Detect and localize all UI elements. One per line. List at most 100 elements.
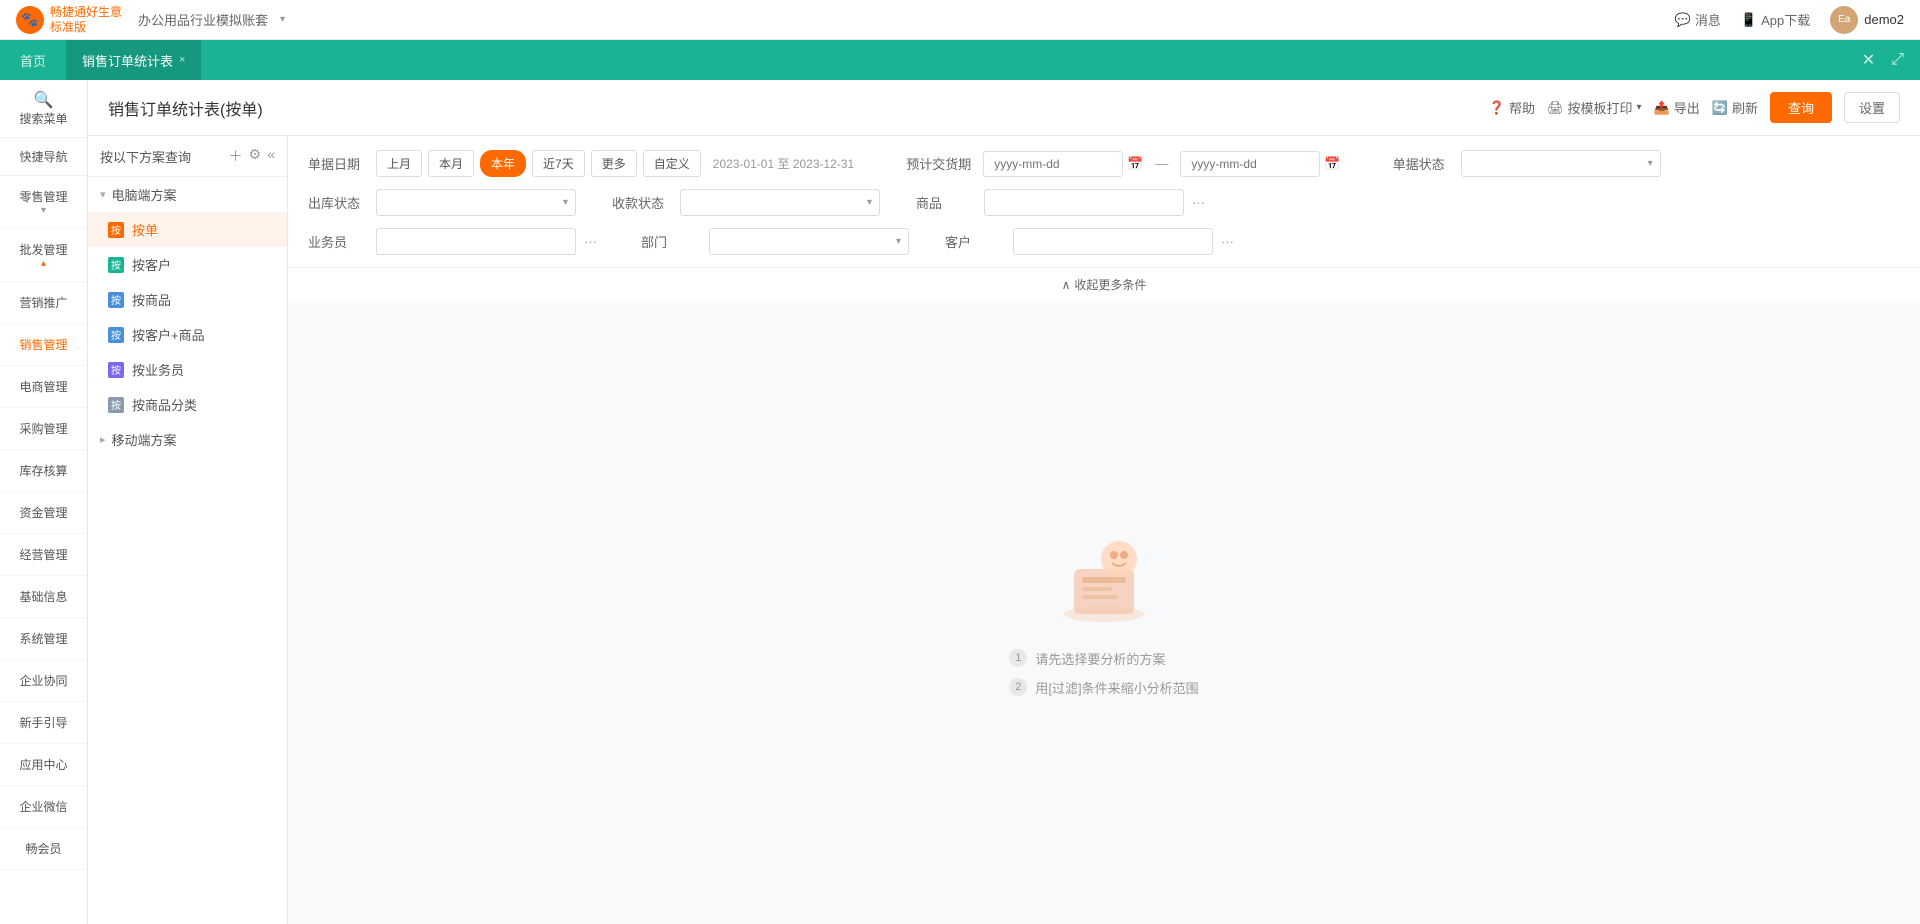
calendar-start-icon[interactable]: 📅 (1127, 156, 1143, 172)
calendar-end-icon[interactable]: 📅 (1324, 156, 1340, 172)
sidebar-item-membership[interactable]: 畅会员 (0, 828, 87, 870)
customer-more-icon[interactable]: ··· (1213, 230, 1242, 253)
date-buttons: 上月 本月 本年 近7天 更多 自定义 2023-01-01 至 2023-12… (376, 150, 854, 177)
date-start-input[interactable] (983, 151, 1123, 177)
tree-item-by-salesperson[interactable]: 按 按业务员 (88, 352, 287, 387)
filter-row-1: 单据日期 上月 本月 本年 近7天 更多 自定义 2023-01-01 至 20… (308, 150, 1900, 177)
goods-more-icon[interactable]: ··· (1184, 191, 1213, 214)
tree-item-by-goods-category[interactable]: 按 按商品分类 (88, 387, 287, 422)
payment-status-select[interactable] (680, 189, 880, 216)
sidebar-item-operations[interactable]: 经营管理 (0, 534, 87, 576)
tab-close-button[interactable]: × (179, 54, 185, 66)
payment-status-wrap: ▾ (680, 189, 880, 216)
customer-wrap: ··· (1013, 228, 1242, 255)
custom-button[interactable]: 自定义 (643, 150, 701, 177)
tree-item-by-customer-goods[interactable]: 按 按客户+商品 (88, 317, 287, 352)
sidebar-item-wholesale[interactable]: 批发管理 ▴ (0, 229, 87, 282)
sidebar-item-marketing[interactable]: 营销推广 (0, 282, 87, 324)
collapse-arrow-icon: ∧ (1062, 278, 1071, 292)
query-button[interactable]: 查询 (1770, 92, 1832, 123)
empty-hint-1: 1 请先选择要分析的方案 (1009, 649, 1198, 668)
tree-item-by-goods[interactable]: 按 按商品 (88, 282, 287, 317)
content-area: 销售订单统计表(按单) ❓ 帮助 🖨 按模板打印 ▾ 📤 导出 🔄 刷新 (88, 80, 1920, 924)
sidebar-item-system[interactable]: 系统管理 (0, 618, 87, 660)
empty-hint-2: 2 用[过滤]条件来缩小分析范围 (1009, 678, 1198, 697)
tab-maximize-icon[interactable]: ⤢ (1887, 47, 1908, 73)
dept-select[interactable] (709, 228, 909, 255)
sidebar-item-sales[interactable]: 销售管理 (0, 324, 87, 366)
avatar: Ea (1830, 6, 1858, 34)
tree-item-by-customer[interactable]: 按 按客户 (88, 247, 287, 282)
sidebar-item-purchase[interactable]: 采购管理 (0, 408, 87, 450)
goods-input[interactable] (984, 189, 1184, 216)
filter-row-2: 出库状态 ▾ 收款状态 (308, 189, 1900, 216)
app-title: 办公用品行业模拟账套 (138, 10, 268, 29)
sidebar-item-wechat[interactable]: 企业微信 (0, 786, 87, 828)
tree-icon-goods-category: 按 (108, 397, 124, 413)
sidebar-item-newuser[interactable]: 新手引导 (0, 702, 87, 744)
left-panel-settings-button[interactable]: ⚙ (249, 146, 262, 166)
sidebar-item-appcenter[interactable]: 应用中心 (0, 744, 87, 786)
message-icon: 💬 (1675, 12, 1691, 28)
sidebar-item-finance[interactable]: 资金管理 (0, 492, 87, 534)
split-layout: 按以下方案查询 ＋ ⚙ « ▾ 电脑端方案 按 按单 按 (88, 136, 1920, 924)
top-bar-left: 🐾 畅捷通好生意 标准版 办公用品行业模拟账套 ▾ (16, 5, 285, 34)
tree-icon-salesperson: 按 (108, 362, 124, 378)
tree-icon-customer: 按 (108, 257, 124, 273)
top-bar-right: 💬 消息 📱 App下载 Ea demo2 (1675, 6, 1904, 34)
tree-item-by-order[interactable]: 按 按单 (88, 212, 287, 247)
phone-icon: 📱 (1741, 12, 1757, 28)
out-status-label: 出库状态 (308, 193, 364, 212)
more-button[interactable]: 更多 (591, 150, 637, 177)
salesperson-wrap: ··· (376, 228, 605, 255)
date-separator: — (1155, 156, 1168, 171)
print-button[interactable]: 🖨 按模板打印 ▾ (1547, 98, 1642, 117)
export-button[interactable]: 📤 导出 (1654, 98, 1700, 117)
salesperson-input[interactable] (376, 228, 576, 255)
sidebar-item-quicknav[interactable]: 快捷导航 (0, 138, 87, 176)
page-header: 销售订单统计表(按单) ❓ 帮助 🖨 按模板打印 ▾ 📤 导出 🔄 刷新 (88, 80, 1920, 136)
tab-home[interactable]: 首页 (0, 40, 66, 80)
tab-sales-order-stats[interactable]: 销售订单统计表 × (66, 40, 201, 80)
salesperson-more-icon[interactable]: ··· (576, 230, 605, 253)
left-panel-collapse-button[interactable]: « (267, 146, 275, 166)
out-status-select[interactable] (376, 189, 576, 216)
message-button[interactable]: 💬 消息 (1675, 10, 1721, 29)
this-month-button[interactable]: 本月 (428, 150, 474, 177)
collapse-bar[interactable]: ∧ 收起更多条件 (288, 267, 1920, 301)
sidebar-item-retail[interactable]: 零售管理 ▾ (0, 176, 87, 229)
sidebar-item-inventory[interactable]: 库存核算 (0, 450, 87, 492)
sidebar-item-search[interactable]: 🔍 搜索菜单 (0, 80, 87, 138)
bill-status-select[interactable] (1461, 150, 1661, 177)
customer-input[interactable] (1013, 228, 1213, 255)
sidebar-item-base-info[interactable]: 基础信息 (0, 576, 87, 618)
logo-text: 畅捷通好生意 标准版 (50, 5, 122, 34)
sidebar-item-ecommerce[interactable]: 电商管理 (0, 366, 87, 408)
tab-bar: 首页 销售订单统计表 × ✕ ⤢ (0, 40, 1920, 80)
date-range-text: 2023-01-01 至 2023-12-31 (713, 155, 854, 172)
refresh-button[interactable]: 🔄 刷新 (1712, 98, 1758, 117)
setting-button[interactable]: 设置 (1844, 92, 1900, 123)
logo-icon: 🐾 (16, 6, 44, 34)
sidebar-item-enterprise[interactable]: 企业协同 (0, 660, 87, 702)
export-icon: 📤 (1654, 100, 1670, 116)
date-end-input[interactable] (1180, 151, 1320, 177)
last-month-button[interactable]: 上月 (376, 150, 422, 177)
top-bar: 🐾 畅捷通好生意 标准版 办公用品行业模拟账套 ▾ 💬 消息 📱 App下载 E… (0, 0, 1920, 40)
right-content: 单据日期 上月 本月 本年 近7天 更多 自定义 2023-01-01 至 20… (288, 136, 1920, 924)
app-title-arrow-icon[interactable]: ▾ (280, 14, 285, 25)
goods-label: 商品 (916, 193, 972, 212)
this-year-button[interactable]: 本年 (480, 150, 526, 177)
customer-label: 客户 (945, 232, 1001, 251)
tab-close-window-icon[interactable]: ✕ (1858, 46, 1879, 74)
app-download-button[interactable]: 📱 App下载 (1741, 10, 1810, 29)
date-filter-label: 单据日期 (308, 154, 364, 173)
tree-icon-customer-goods: 按 (108, 327, 124, 343)
last7-button[interactable]: 近7天 (532, 150, 585, 177)
user-menu[interactable]: Ea demo2 (1830, 6, 1904, 34)
left-panel-add-button[interactable]: ＋ (229, 146, 243, 166)
bill-status-label: 单据状态 (1393, 154, 1449, 173)
tree-section-mobile: ▸ 移动端方案 (88, 422, 287, 457)
refresh-icon: 🔄 (1712, 100, 1728, 116)
help-button[interactable]: ❓ 帮助 (1489, 98, 1535, 117)
